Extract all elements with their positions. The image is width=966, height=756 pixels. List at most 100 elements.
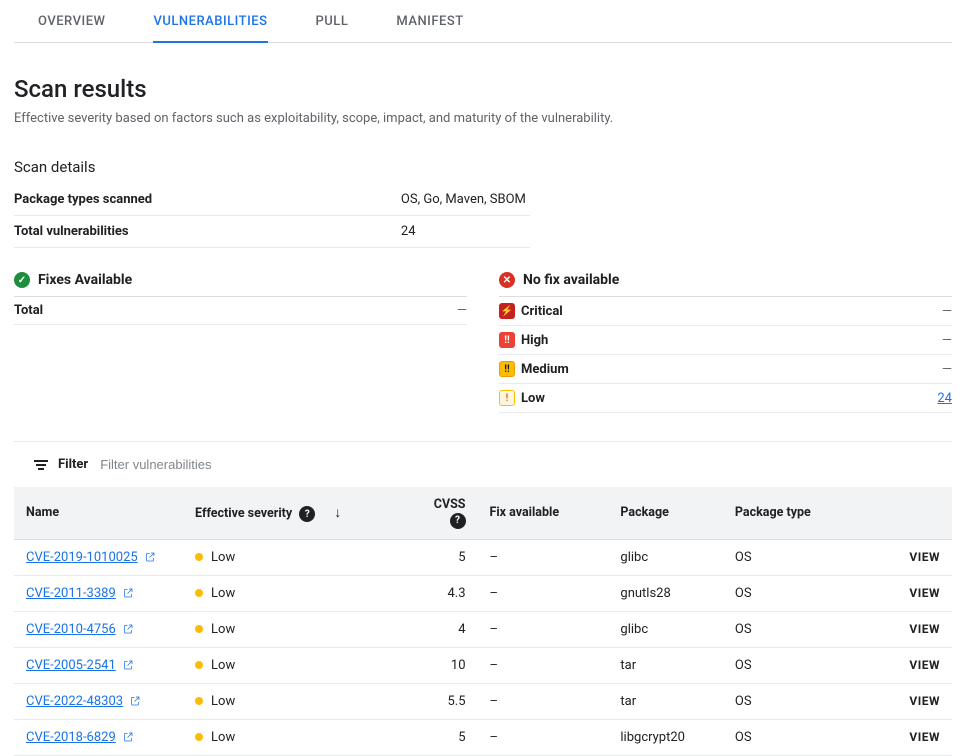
scan-detail-label: Package types scanned	[14, 184, 401, 216]
cvss-value: 10	[412, 647, 477, 683]
external-link-icon	[122, 587, 134, 599]
severity-dot-icon	[195, 733, 203, 741]
severity-dot-icon	[195, 697, 203, 705]
severity-count: —	[457, 303, 467, 318]
package-value: libgcrypt20	[608, 719, 723, 755]
col-type[interactable]: Package type	[723, 487, 854, 539]
external-link-icon	[122, 731, 134, 743]
severity-label: Medium	[521, 362, 569, 377]
package-type-value: OS	[723, 719, 854, 755]
cve-link[interactable]: CVE-2018-6829	[26, 730, 134, 745]
sort-arrow-icon[interactable]: ↓	[334, 505, 341, 521]
external-link-icon	[122, 659, 134, 671]
view-button[interactable]: VIEW	[909, 622, 940, 636]
severity-value: Low	[211, 694, 235, 709]
col-severity-label: Effective severity	[195, 506, 292, 521]
package-value: glibc	[608, 611, 723, 647]
scan-detail-value: OS, Go, Maven, SBOM	[401, 184, 530, 216]
severity-count-link[interactable]: 24	[937, 391, 952, 406]
cve-link[interactable]: CVE-2011-3389	[26, 586, 134, 601]
page-subtitle: Effective severity based on factors such…	[14, 111, 952, 126]
severity-value: Low	[211, 730, 235, 745]
fix-value: –	[478, 683, 609, 719]
view-button[interactable]: VIEW	[909, 550, 940, 564]
external-link-icon	[144, 551, 156, 563]
tab-overview[interactable]: OVERVIEW	[38, 0, 105, 43]
severity-dot-icon	[195, 589, 203, 597]
severity-row: ⚡ Critical —	[499, 297, 952, 326]
severity-dot-icon	[195, 553, 203, 561]
cve-link[interactable]: CVE-2005-2541	[26, 658, 134, 673]
fix-value: –	[478, 539, 609, 575]
check-icon: ✓	[14, 272, 30, 288]
external-link-icon	[129, 695, 141, 707]
severity-row: !Low24	[499, 384, 952, 413]
filter-bar: Filter	[14, 442, 952, 487]
x-icon: ✕	[499, 272, 515, 288]
fix-value: –	[478, 647, 609, 683]
severity-label: Critical	[521, 304, 563, 319]
package-type-value: OS	[723, 683, 854, 719]
help-icon[interactable]: ?	[450, 513, 466, 529]
high-icon: !!	[499, 332, 515, 348]
view-button[interactable]: VIEW	[909, 586, 940, 600]
severity-dot-icon	[195, 625, 203, 633]
package-value: tar	[608, 683, 723, 719]
severity-value: Low	[211, 622, 235, 637]
col-package[interactable]: Package	[608, 487, 723, 539]
package-type-value: OS	[723, 647, 854, 683]
cvss-value: 5	[412, 719, 477, 755]
severity-value: Low	[211, 658, 235, 673]
filter-input[interactable]	[98, 456, 932, 473]
fixes-available-section: ✓ Fixes Available Total —	[14, 272, 467, 413]
severity-count: —	[942, 333, 952, 348]
fixes-available-heading: Fixes Available	[38, 272, 132, 288]
severity-value: Low	[211, 550, 235, 565]
medium-icon: !!	[499, 361, 515, 377]
fix-value: –	[478, 611, 609, 647]
scan-detail-row: Package types scannedOS, Go, Maven, SBOM	[14, 184, 530, 216]
no-fix-section: ✕ No fix available ⚡ Critical —!! High —!! Me…	[499, 272, 952, 413]
severity-label: Total	[14, 303, 43, 318]
page-title: Scan results	[14, 75, 952, 103]
cvss-value: 5	[412, 539, 477, 575]
col-fix[interactable]: Fix available	[478, 487, 609, 539]
package-value: gnutls28	[608, 575, 723, 611]
cve-link[interactable]: CVE-2022-48303	[26, 694, 141, 709]
fix-value: –	[478, 719, 609, 755]
scan-detail-row: Total vulnerabilities24	[14, 216, 530, 248]
filter-label: Filter	[58, 457, 88, 472]
package-type-value: OS	[723, 539, 854, 575]
view-button[interactable]: VIEW	[909, 694, 940, 708]
severity-label: High	[521, 333, 548, 348]
severity-label: Low	[521, 391, 545, 406]
cvss-value: 5.5	[412, 683, 477, 719]
cvss-value: 4	[412, 611, 477, 647]
severity-row: !! Medium —	[499, 355, 952, 384]
help-icon[interactable]: ?	[299, 506, 315, 522]
tab-pull[interactable]: PULL	[316, 0, 349, 43]
severity-row: !! High —	[499, 326, 952, 355]
scan-details-heading: Scan details	[14, 158, 952, 176]
table-row: CVE-2019-1010025 Low 5 – glibc OS VIEW	[14, 539, 952, 575]
view-button[interactable]: VIEW	[909, 658, 940, 672]
cve-link[interactable]: CVE-2019-1010025	[26, 550, 156, 565]
cve-link[interactable]: CVE-2010-4756	[26, 622, 134, 637]
view-button[interactable]: VIEW	[909, 730, 940, 744]
col-name[interactable]: Name	[14, 487, 183, 539]
tab-manifest[interactable]: MANIFEST	[396, 0, 463, 43]
severity-count: —	[942, 304, 952, 319]
critical-icon: ⚡	[499, 303, 515, 319]
table-row: CVE-2010-4756 Low 4 – glibc OS VIEW	[14, 611, 952, 647]
severity-value: Low	[211, 586, 235, 601]
scan-details-table: Package types scannedOS, Go, Maven, SBOM…	[14, 184, 530, 248]
no-fix-heading: No fix available	[523, 272, 619, 288]
filter-icon[interactable]	[34, 460, 48, 470]
scan-detail-label: Total vulnerabilities	[14, 216, 401, 248]
tab-vulnerabilities[interactable]: VULNERABILITIES	[153, 0, 267, 43]
tabs: OVERVIEW VULNERABILITIES PULL MANIFEST	[14, 0, 952, 43]
col-severity[interactable]: Effective severity ? ↓	[183, 487, 412, 539]
col-cvss[interactable]: CVSS ?	[412, 487, 477, 539]
table-row: CVE-2018-6829 Low 5 – libgcrypt20 OS VIE…	[14, 719, 952, 755]
severity-count: —	[942, 362, 952, 377]
